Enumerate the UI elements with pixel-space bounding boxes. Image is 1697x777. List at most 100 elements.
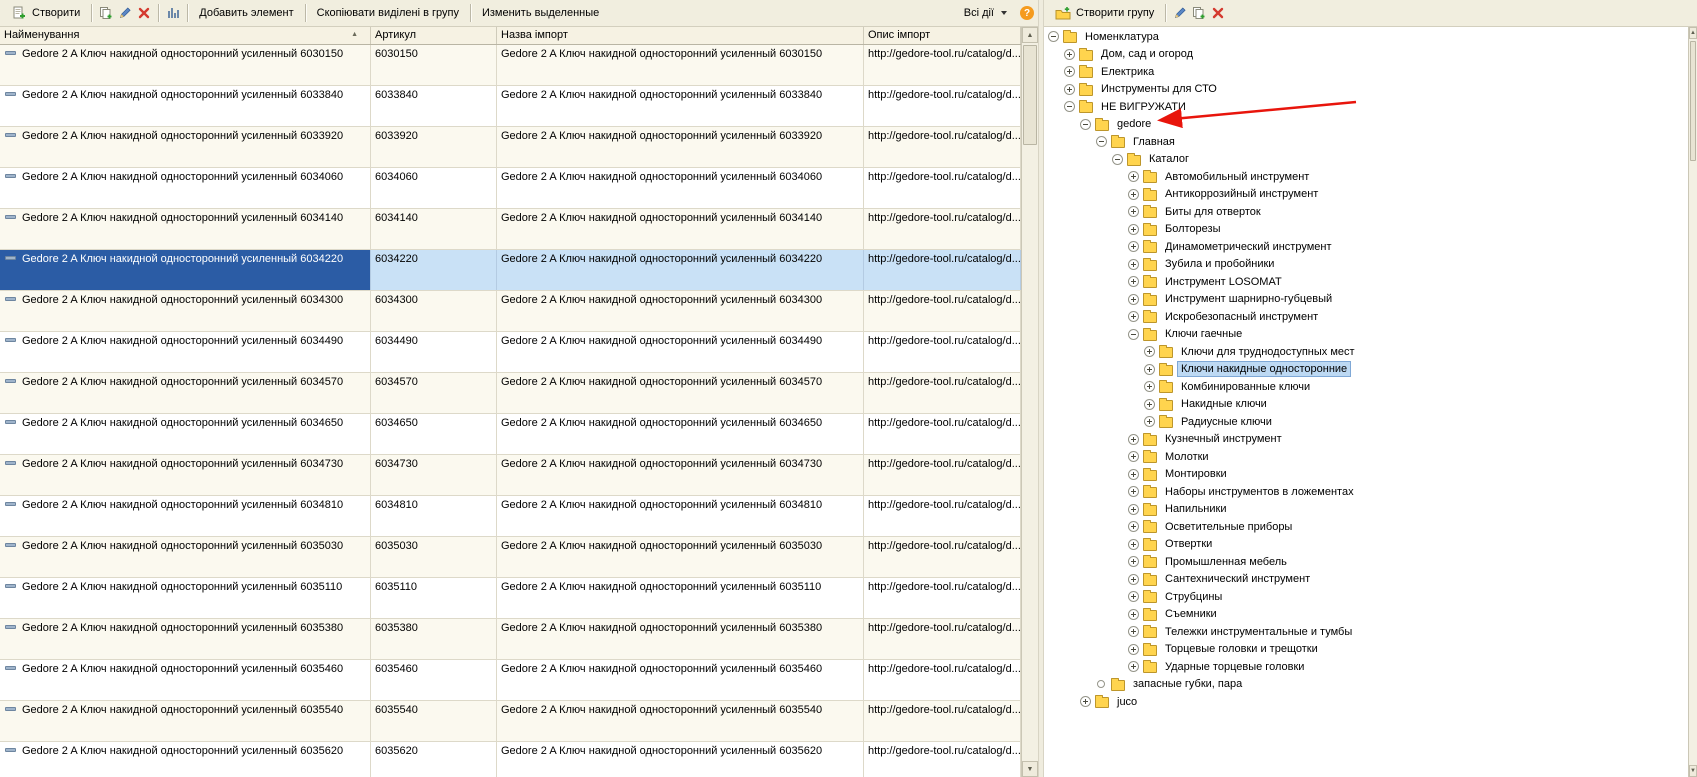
cell-import-desc[interactable]: http://gedore-tool.ru/catalog/d... — [864, 537, 1021, 577]
expand-icon[interactable] — [1128, 451, 1139, 463]
cell-article[interactable]: 6034650 — [371, 414, 497, 454]
tree-item[interactable]: juco — [1044, 693, 1688, 711]
expand-icon[interactable] — [1064, 48, 1075, 60]
cell-import-desc[interactable]: http://gedore-tool.ru/catalog/d... — [864, 660, 1021, 700]
column-header-name[interactable]: Найменування ▲ — [0, 27, 371, 44]
expand-icon[interactable] — [1128, 223, 1139, 235]
expand-icon[interactable] — [1128, 188, 1139, 200]
cell-name[interactable]: Gedore 2 A Ключ накидной односторонний у… — [0, 168, 371, 208]
cell-import-name[interactable]: Gedore 2 A Ключ накидной односторонний у… — [497, 250, 864, 290]
table-row[interactable]: Gedore 2 A Ключ накидной односторонний у… — [0, 496, 1021, 537]
cell-article[interactable]: 6030150 — [371, 45, 497, 85]
table-row[interactable]: Gedore 2 A Ключ накидной односторонний у… — [0, 45, 1021, 86]
cell-import-name[interactable]: Gedore 2 A Ключ накидной односторонний у… — [497, 660, 864, 700]
tree-item[interactable]: Ключи гаечные — [1044, 326, 1688, 344]
cell-import-name[interactable]: Gedore 2 A Ключ накидной односторонний у… — [497, 86, 864, 126]
cell-name[interactable]: Gedore 2 A Ключ накидной односторонний у… — [0, 127, 371, 167]
expand-icon[interactable] — [1128, 521, 1139, 533]
cell-import-name[interactable]: Gedore 2 A Ключ накидной односторонний у… — [497, 496, 864, 536]
tree-item[interactable]: Напильники — [1044, 501, 1688, 519]
cell-import-name[interactable]: Gedore 2 A Ключ накидной односторонний у… — [497, 414, 864, 454]
tree-item[interactable]: Промышленная мебель — [1044, 553, 1688, 571]
expand-icon[interactable] — [1128, 293, 1139, 305]
table-row[interactable]: Gedore 2 A Ключ накидной односторонний у… — [0, 578, 1021, 619]
cell-import-name[interactable]: Gedore 2 A Ключ накидной односторонний у… — [497, 168, 864, 208]
expand-icon[interactable] — [1128, 433, 1139, 445]
tree-item[interactable]: Торцевые головки и трещотки — [1044, 641, 1688, 659]
cell-name[interactable]: Gedore 2 A Ключ накидной односторонний у… — [0, 209, 371, 249]
cell-article[interactable]: 6034810 — [371, 496, 497, 536]
expand-icon[interactable] — [1080, 696, 1091, 708]
cell-article[interactable]: 6034220 — [371, 250, 497, 290]
cell-import-desc[interactable]: http://gedore-tool.ru/catalog/d... — [864, 578, 1021, 618]
cell-import-desc[interactable]: http://gedore-tool.ru/catalog/d... — [864, 168, 1021, 208]
table-row[interactable]: Gedore 2 A Ключ накидной односторонний у… — [0, 701, 1021, 742]
cell-import-desc[interactable]: http://gedore-tool.ru/catalog/d... — [864, 291, 1021, 331]
tree-item[interactable]: Ключи для труднодоступных мест — [1044, 343, 1688, 361]
cell-article[interactable]: 6035460 — [371, 660, 497, 700]
cell-import-desc[interactable]: http://gedore-tool.ru/catalog/d... — [864, 209, 1021, 249]
cell-import-desc[interactable]: http://gedore-tool.ru/catalog/d... — [864, 373, 1021, 413]
cell-import-name[interactable]: Gedore 2 A Ключ накидной односторонний у… — [497, 701, 864, 741]
all-actions-button[interactable]: Всі дії — [958, 4, 1013, 22]
expand-icon[interactable] — [1144, 363, 1155, 375]
tree-item[interactable]: Динамометрический инструмент — [1044, 238, 1688, 256]
cell-import-desc[interactable]: http://gedore-tool.ru/catalog/d... — [864, 414, 1021, 454]
table-row[interactable]: Gedore 2 A Ключ накидной односторонний у… — [0, 619, 1021, 660]
tree-item[interactable]: Радиусные ключи — [1044, 413, 1688, 431]
cell-name[interactable]: Gedore 2 A Ключ накидной односторонний у… — [0, 742, 371, 777]
expand-icon[interactable] — [1128, 206, 1139, 218]
expand-icon[interactable] — [1128, 258, 1139, 270]
copy-selected-to-group-button[interactable]: Скопіювати виділені в групу — [311, 4, 465, 22]
tree-item[interactable]: Монтировки — [1044, 466, 1688, 484]
cell-name[interactable]: Gedore 2 A Ключ накидной односторонний у… — [0, 332, 371, 372]
scroll-down-icon[interactable]: ▼ — [1689, 765, 1697, 777]
expand-icon[interactable] — [1128, 643, 1139, 655]
collapse-icon[interactable] — [1128, 328, 1139, 340]
table-row[interactable]: Gedore 2 A Ключ накидной односторонний у… — [0, 168, 1021, 209]
cell-import-name[interactable]: Gedore 2 A Ключ накидной односторонний у… — [497, 373, 864, 413]
table-row[interactable]: Gedore 2 A Ключ накидной односторонний у… — [0, 537, 1021, 578]
cell-import-name[interactable]: Gedore 2 A Ключ накидной односторонний у… — [497, 291, 864, 331]
tree-item[interactable]: gedore — [1044, 116, 1688, 134]
help-icon[interactable]: ? — [1020, 6, 1034, 20]
cell-name[interactable]: Gedore 2 A Ключ накидной односторонний у… — [0, 496, 371, 536]
tree-item[interactable]: Биты для отверток — [1044, 203, 1688, 221]
cell-article[interactable]: 6035620 — [371, 742, 497, 777]
cell-import-desc[interactable]: http://gedore-tool.ru/catalog/d... — [864, 86, 1021, 126]
collapse-icon[interactable] — [1048, 31, 1059, 43]
cell-import-desc[interactable]: http://gedore-tool.ru/catalog/d... — [864, 742, 1021, 777]
cell-import-desc[interactable]: http://gedore-tool.ru/catalog/d... — [864, 496, 1021, 536]
collapse-icon[interactable] — [1064, 101, 1075, 113]
cell-import-name[interactable]: Gedore 2 A Ключ накидной односторонний у… — [497, 127, 864, 167]
column-header-article[interactable]: Артикул — [371, 27, 497, 44]
table-scrollbar[interactable]: ▲ ▼ — [1021, 27, 1038, 777]
cell-name[interactable]: Gedore 2 A Ключ накидной односторонний у… — [0, 414, 371, 454]
cell-name[interactable]: Gedore 2 A Ключ накидной односторонний у… — [0, 578, 371, 618]
collapse-icon[interactable] — [1080, 118, 1091, 130]
empty-node-icon[interactable] — [1097, 680, 1105, 689]
tree-item[interactable]: Автомобильный инструмент — [1044, 168, 1688, 186]
expand-icon[interactable] — [1064, 66, 1075, 78]
tree-item[interactable]: Инструмент LOSOMAT — [1044, 273, 1688, 291]
create-button[interactable]: Створити — [4, 1, 86, 25]
tree-item[interactable]: Инструмент шарнирно-губцевый — [1044, 291, 1688, 309]
collapse-icon[interactable] — [1096, 136, 1107, 148]
table-row[interactable]: Gedore 2 A Ключ накидной односторонний у… — [0, 660, 1021, 701]
tree-scrollbar[interactable]: ▲ ▼ — [1688, 27, 1697, 777]
cell-article[interactable]: 6034570 — [371, 373, 497, 413]
cell-import-name[interactable]: Gedore 2 A Ключ накидной односторонний у… — [497, 619, 864, 659]
cell-article[interactable]: 6035540 — [371, 701, 497, 741]
cell-name[interactable]: Gedore 2 A Ключ накидной односторонний у… — [0, 701, 371, 741]
tree-item[interactable]: НЕ ВИГРУЖАТИ — [1044, 98, 1688, 116]
tree-item[interactable]: Съемники — [1044, 606, 1688, 624]
delete-icon[interactable] — [1209, 4, 1227, 22]
table-row[interactable]: Gedore 2 A Ключ накидной односторонний у… — [0, 742, 1021, 777]
tree-item[interactable]: Комбинированные ключи — [1044, 378, 1688, 396]
cell-import-desc[interactable]: http://gedore-tool.ru/catalog/d... — [864, 455, 1021, 495]
copy-item-button[interactable] — [97, 4, 115, 22]
cell-article[interactable]: 6034730 — [371, 455, 497, 495]
cell-import-desc[interactable]: http://gedore-tool.ru/catalog/d... — [864, 127, 1021, 167]
scroll-down-icon[interactable]: ▼ — [1022, 761, 1038, 777]
edit-icon[interactable] — [116, 4, 134, 22]
